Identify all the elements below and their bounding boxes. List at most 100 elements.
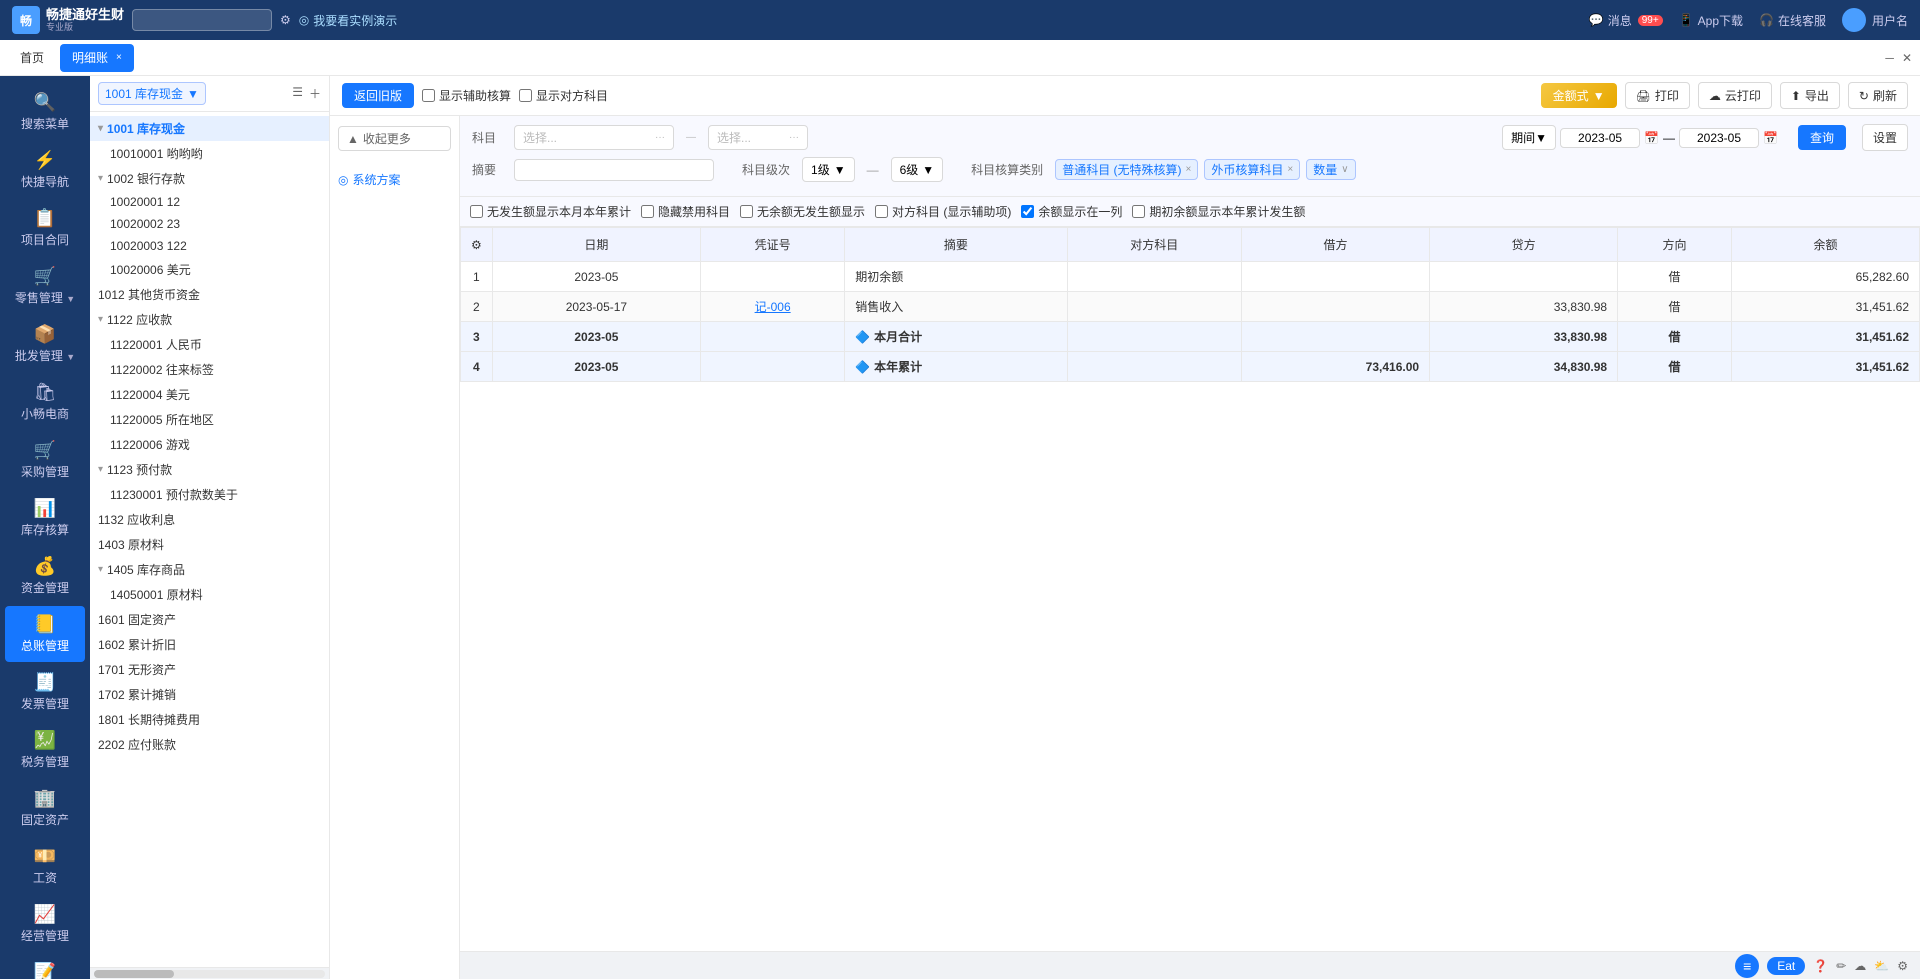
sidebar-item-inventory[interactable]: 📊 库存核算 <box>5 490 85 546</box>
cb-hide-disabled-label[interactable]: 隐藏禁用科目 <box>641 203 730 220</box>
left-panel-scrollbar[interactable] <box>90 967 329 979</box>
tag-normal[interactable]: 普通科目 (无特殊核算) × <box>1055 159 1198 180</box>
tree-item-10020006[interactable]: 10020006 美元 <box>90 257 329 282</box>
tree-item-10020002[interactable]: 10020002 23 <box>90 213 329 235</box>
sidebar-item-ecommerce[interactable]: 🛍 小畅电商 <box>5 374 85 430</box>
sidebar-item-invoice[interactable]: 🧾 发票管理 <box>5 664 85 720</box>
tree-item-11220001[interactable]: 11220001 人民币 <box>90 332 329 357</box>
edit-icon[interactable]: ✏ <box>1836 959 1846 973</box>
tree-item-1123[interactable]: ▾ 1123 预付款 <box>90 457 329 482</box>
top-search-input[interactable] <box>132 9 272 31</box>
settings-icon[interactable]: ⚙ <box>280 13 291 27</box>
tree-item-11220002[interactable]: 11220002 往来标签 <box>90 357 329 382</box>
cb-balance-col-label[interactable]: 余额显示在一列 <box>1021 203 1122 220</box>
collapse-button[interactable]: ▲ 收起更多 <box>338 126 451 151</box>
cb-opposite[interactable] <box>875 205 888 218</box>
level-from-select[interactable]: 1级 ▼ <box>802 157 855 182</box>
settings-button[interactable]: 设置 <box>1862 124 1908 151</box>
tree-item-1122[interactable]: ▾ 1122 应收款 <box>90 307 329 332</box>
back-old-version-button[interactable]: 返回旧版 <box>342 83 414 108</box>
period-calendar-icon[interactable]: 📅 <box>1644 131 1659 145</box>
float-btn[interactable]: ≡ <box>1735 954 1759 978</box>
tree-item-1002[interactable]: ▾ 1002 银行存款 <box>90 166 329 191</box>
sidebar-item-operation[interactable]: 📈 经营管理 <box>5 896 85 952</box>
tag-foreign[interactable]: 外币核算科目 × <box>1204 159 1300 180</box>
show-aux-checkbox-label[interactable]: 显示辅助核算 <box>422 87 511 104</box>
tree-item-1405[interactable]: ▾ 1405 库存商品 <box>90 557 329 582</box>
sidebar-item-wholesale[interactable]: 📦 批发管理 ▼ <box>5 316 85 372</box>
sidebar-item-assets[interactable]: 🏢 固定资产 <box>5 780 85 836</box>
tab-close-icon[interactable]: × <box>116 52 122 63</box>
demo-link[interactable]: ◎ 我要看实例演示 <box>299 12 398 29</box>
th-gear[interactable]: ⚙ <box>461 228 493 262</box>
settings-bottom-icon[interactable]: ⚙ <box>1897 959 1908 973</box>
tree-item-1601[interactable]: 1601 固定资产 <box>90 607 329 632</box>
tree-item-14050001[interactable]: 14050001 原材料 <box>90 582 329 607</box>
summary-input[interactable] <box>514 159 714 181</box>
cloud-icon-2[interactable]: ⛅ <box>1874 959 1889 973</box>
cb-opening[interactable] <box>1132 205 1145 218</box>
tree-item-1602[interactable]: 1602 累计折旧 <box>90 632 329 657</box>
tag-chevron-3[interactable]: ∨ <box>1341 164 1348 175</box>
sidebar-item-ledger[interactable]: 📒 总账管理 <box>5 606 85 662</box>
period-from[interactable]: 2023-05 <box>1560 128 1640 148</box>
level-to-select[interactable]: 6级 ▼ <box>891 157 944 182</box>
cb-no-balance-label[interactable]: 无余额无发生额显示 <box>740 203 865 220</box>
tree-item-1012[interactable]: 1012 其他货币资金 <box>90 282 329 307</box>
refresh-button[interactable]: ↻ 刷新 <box>1848 82 1908 109</box>
app-download-button[interactable]: 📱 App下载 <box>1679 12 1743 29</box>
sidebar-item-salary[interactable]: 💴 工资 <box>5 838 85 894</box>
tree-item-10020001[interactable]: 10020001 12 <box>90 191 329 213</box>
tree-item-1701[interactable]: 1701 无形资产 <box>90 657 329 682</box>
help-icon[interactable]: ❓ <box>1813 959 1828 973</box>
period-calendar-icon-2[interactable]: 📅 <box>1763 131 1778 145</box>
sidebar-item-capital[interactable]: 💰 资金管理 <box>5 548 85 604</box>
export-button[interactable]: ⬆ 导出 <box>1780 82 1840 109</box>
period-type-select[interactable]: 期间▼ <box>1502 125 1556 150</box>
tree-item-11220006[interactable]: 11220006 游戏 <box>90 432 329 457</box>
td-voucher-2[interactable]: 记-006 <box>701 292 845 322</box>
show-opposite-checkbox[interactable] <box>519 89 532 102</box>
online-service-button[interactable]: 🎧 在线客服 <box>1759 12 1826 29</box>
gold-format-button[interactable]: 金额式 ▼ <box>1541 83 1617 108</box>
tree-item-1132[interactable]: 1132 应收利息 <box>90 507 329 532</box>
cb-no-amount-label[interactable]: 无发生额显示本月本年累计 <box>470 203 631 220</box>
sidebar-item-retail[interactable]: 🛒 零售管理 ▼ <box>5 258 85 314</box>
scheme-item[interactable]: ◎ 系统方案 <box>338 171 451 188</box>
tag-quantity[interactable]: 数量 ∨ <box>1306 159 1355 180</box>
cb-opening-label[interactable]: 期初余额显示本年累计发生额 <box>1132 203 1305 220</box>
filter-icon[interactable]: ☰ <box>292 85 303 102</box>
tree-item-1702[interactable]: 1702 累计摊销 <box>90 682 329 707</box>
cb-balance-col[interactable] <box>1021 205 1034 218</box>
add-account-icon[interactable]: ＋ <box>309 85 321 102</box>
cb-no-amount[interactable] <box>470 205 483 218</box>
cb-no-balance[interactable] <box>740 205 753 218</box>
cb-opposite-label[interactable]: 对方科目 (显示辅助项) <box>875 203 1011 220</box>
tab-home[interactable]: 首页 <box>8 44 56 72</box>
sidebar-item-quicknav[interactable]: ⚡ 快捷导航 <box>5 142 85 198</box>
kemu-select-2[interactable]: 选择... ··· <box>708 125 808 150</box>
message-button[interactable]: 💬 消息 99+ <box>1589 12 1663 29</box>
tree-item-1403[interactable]: 1403 原材料 <box>90 532 329 557</box>
sidebar-item-expense[interactable]: 📝 小畅报销 <box>5 954 85 979</box>
lang-btn[interactable]: Eat <box>1767 957 1805 975</box>
tree-item-11230001[interactable]: 11230001 预付款数美于 <box>90 482 329 507</box>
sidebar-item-purchase[interactable]: 🛒 采购管理 <box>5 432 85 488</box>
tag-close-1[interactable]: × <box>1186 164 1192 175</box>
cb-hide-disabled[interactable] <box>641 205 654 218</box>
period-to[interactable]: 2023-05 <box>1679 128 1759 148</box>
tab-close-all-icon[interactable]: ✕ <box>1902 51 1912 65</box>
kemu-select[interactable]: 选择... ··· <box>514 125 674 150</box>
tree-item-2202[interactable]: 2202 应付账款 <box>90 732 329 757</box>
show-opposite-checkbox-label[interactable]: 显示对方科目 <box>519 87 608 104</box>
tree-item-11220005[interactable]: 11220005 所在地区 <box>90 407 329 432</box>
tab-minimize-icon[interactable]: ─ <box>1885 51 1894 65</box>
sidebar-item-project[interactable]: 📋 项目合同 <box>5 200 85 256</box>
show-aux-checkbox[interactable] <box>422 89 435 102</box>
cloud-print-button[interactable]: ☁ 云打印 <box>1698 82 1772 109</box>
kemu-badge[interactable]: 1001 库存现金 ▼ <box>98 82 206 105</box>
sidebar-item-tax[interactable]: 💹 税务管理 <box>5 722 85 778</box>
print-button[interactable]: 🖨 打印 <box>1625 82 1690 109</box>
user-area[interactable]: 用户名 <box>1842 8 1908 32</box>
query-button[interactable]: 查询 <box>1798 125 1846 150</box>
